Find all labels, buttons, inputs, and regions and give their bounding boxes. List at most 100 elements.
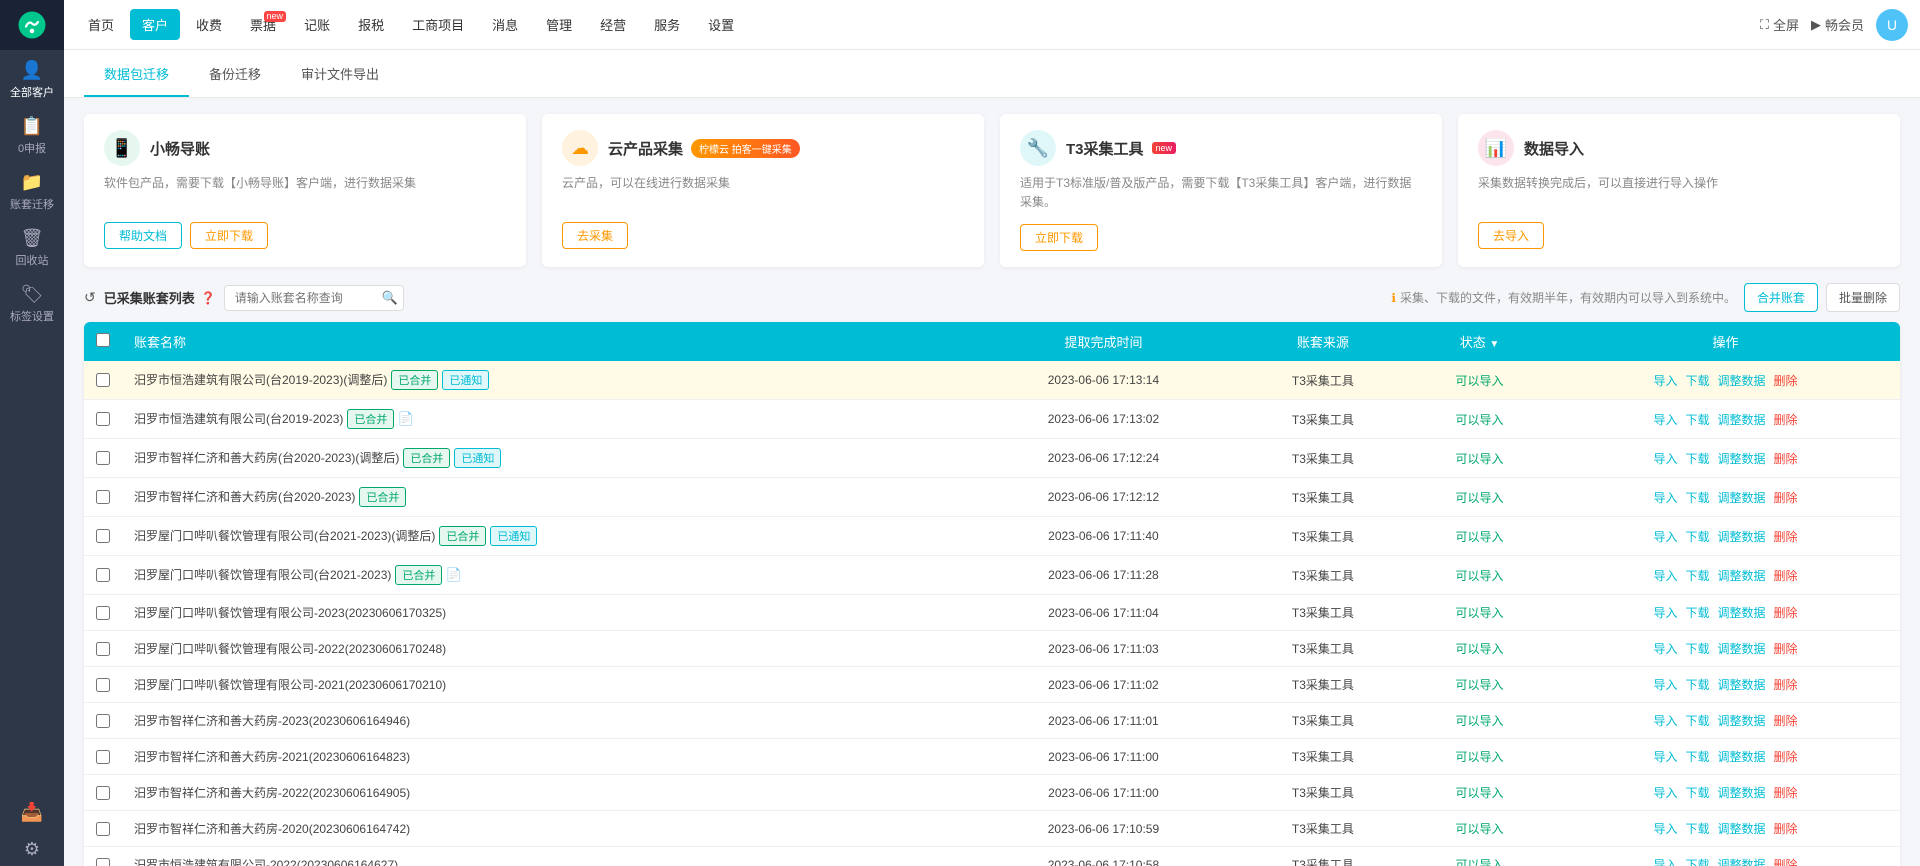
row-checkbox[interactable]: [96, 822, 110, 836]
action-调整数据[interactable]: 调整数据: [1717, 450, 1765, 467]
refresh-icon[interactable]: ↺: [84, 289, 96, 306]
nav-tax[interactable]: 报税: [346, 9, 396, 40]
action-删除[interactable]: 删除: [1773, 450, 1797, 467]
nav-operation[interactable]: 经营: [588, 9, 638, 40]
action-删除[interactable]: 删除: [1773, 372, 1797, 389]
action-调整数据[interactable]: 调整数据: [1717, 856, 1765, 866]
row-checkbox[interactable]: [96, 714, 110, 728]
action-下载[interactable]: 下载: [1685, 411, 1709, 428]
action-导入[interactable]: 导入: [1653, 528, 1677, 545]
row-checkbox[interactable]: [96, 678, 110, 692]
action-下载[interactable]: 下载: [1685, 820, 1709, 837]
action-调整数据[interactable]: 调整数据: [1717, 567, 1765, 584]
row-checkbox[interactable]: [96, 786, 110, 800]
action-调整数据[interactable]: 调整数据: [1717, 604, 1765, 621]
action-删除[interactable]: 删除: [1773, 748, 1797, 765]
nav-client[interactable]: 客户: [130, 9, 180, 40]
sidebar-item-all-clients[interactable]: 👤 全部客户: [0, 50, 64, 106]
action-导入[interactable]: 导入: [1653, 450, 1677, 467]
nav-fee[interactable]: 收费: [184, 9, 234, 40]
row-checkbox[interactable]: [96, 642, 110, 656]
row-checkbox[interactable]: [96, 412, 110, 426]
row-checkbox[interactable]: [96, 606, 110, 620]
action-调整数据[interactable]: 调整数据: [1717, 676, 1765, 693]
go-import-btn[interactable]: 去导入: [1478, 222, 1544, 249]
action-导入[interactable]: 导入: [1653, 372, 1677, 389]
row-checkbox[interactable]: [96, 568, 110, 582]
nav-invoice[interactable]: 票据 new: [238, 9, 288, 40]
go-collect-btn[interactable]: 去采集: [562, 222, 628, 249]
action-调整数据[interactable]: 调整数据: [1717, 528, 1765, 545]
action-下载[interactable]: 下载: [1685, 712, 1709, 729]
sidebar-item-trash[interactable]: 🗑 回收站: [0, 218, 64, 274]
action-下载[interactable]: 下载: [1685, 676, 1709, 693]
t3-download-btn[interactable]: 立即下载: [1020, 224, 1098, 251]
fullscreen-btn[interactable]: ⛶ 全屏: [1760, 15, 1799, 34]
action-导入[interactable]: 导入: [1653, 567, 1677, 584]
action-调整数据[interactable]: 调整数据: [1717, 784, 1765, 801]
sidebar-item-download[interactable]: 📥: [0, 792, 64, 829]
sidebar-item-account-migrate[interactable]: 📁 账套迁移: [0, 162, 64, 218]
user-avatar[interactable]: U: [1876, 9, 1908, 41]
action-调整数据[interactable]: 调整数据: [1717, 411, 1765, 428]
nav-message[interactable]: 消息: [480, 9, 530, 40]
row-checkbox[interactable]: [96, 750, 110, 764]
action-导入[interactable]: 导入: [1653, 784, 1677, 801]
nav-settings[interactable]: 设置: [696, 9, 746, 40]
action-删除[interactable]: 删除: [1773, 712, 1797, 729]
action-调整数据[interactable]: 调整数据: [1717, 640, 1765, 657]
nav-home[interactable]: 首页: [76, 9, 126, 40]
nav-business[interactable]: 工商项目: [400, 9, 476, 40]
action-导入[interactable]: 导入: [1653, 640, 1677, 657]
sidebar-item-settings[interactable]: ⚙: [0, 829, 64, 866]
merge-account-btn[interactable]: 合并账套: [1744, 283, 1818, 312]
account-search-input[interactable]: [224, 285, 404, 311]
nav-service[interactable]: 服务: [642, 9, 692, 40]
app-logo[interactable]: [0, 0, 64, 50]
action-下载[interactable]: 下载: [1685, 640, 1709, 657]
action-下载[interactable]: 下载: [1685, 748, 1709, 765]
action-下载[interactable]: 下载: [1685, 567, 1709, 584]
action-删除[interactable]: 删除: [1773, 784, 1797, 801]
action-删除[interactable]: 删除: [1773, 820, 1797, 837]
action-调整数据[interactable]: 调整数据: [1717, 712, 1765, 729]
sidebar-item-zero-declare[interactable]: 📋 0申报: [0, 106, 64, 162]
row-checkbox[interactable]: [96, 451, 110, 465]
nav-manage[interactable]: 管理: [534, 9, 584, 40]
nav-bookkeeping[interactable]: 记账: [292, 9, 342, 40]
member-btn[interactable]: ▶ 畅会员: [1811, 15, 1864, 34]
action-调整数据[interactable]: 调整数据: [1717, 372, 1765, 389]
action-删除[interactable]: 删除: [1773, 489, 1797, 506]
action-删除[interactable]: 删除: [1773, 640, 1797, 657]
action-导入[interactable]: 导入: [1653, 712, 1677, 729]
action-下载[interactable]: 下载: [1685, 528, 1709, 545]
action-下载[interactable]: 下载: [1685, 856, 1709, 866]
action-删除[interactable]: 删除: [1773, 411, 1797, 428]
action-下载[interactable]: 下载: [1685, 784, 1709, 801]
action-下载[interactable]: 下载: [1685, 372, 1709, 389]
action-删除[interactable]: 删除: [1773, 676, 1797, 693]
action-下载[interactable]: 下载: [1685, 489, 1709, 506]
tab-data-migration[interactable]: 数据包迁移: [84, 50, 189, 97]
search-icon[interactable]: 🔍: [382, 290, 398, 306]
row-checkbox[interactable]: [96, 490, 110, 504]
row-checkbox[interactable]: [96, 858, 110, 866]
action-导入[interactable]: 导入: [1653, 604, 1677, 621]
action-导入[interactable]: 导入: [1653, 411, 1677, 428]
tab-backup-migration[interactable]: 备份迁移: [189, 50, 281, 97]
download-now-btn[interactable]: 立即下载: [190, 222, 268, 249]
batch-delete-btn[interactable]: 批量删除: [1826, 283, 1900, 312]
list-help-icon[interactable]: ❓: [201, 291, 216, 305]
action-导入[interactable]: 导入: [1653, 489, 1677, 506]
action-调整数据[interactable]: 调整数据: [1717, 748, 1765, 765]
action-下载[interactable]: 下载: [1685, 604, 1709, 621]
action-导入[interactable]: 导入: [1653, 676, 1677, 693]
row-checkbox[interactable]: [96, 373, 110, 387]
action-删除[interactable]: 删除: [1773, 604, 1797, 621]
action-调整数据[interactable]: 调整数据: [1717, 489, 1765, 506]
action-下载[interactable]: 下载: [1685, 450, 1709, 467]
action-调整数据[interactable]: 调整数据: [1717, 820, 1765, 837]
tab-audit-export[interactable]: 审计文件导出: [281, 50, 399, 97]
row-checkbox[interactable]: [96, 529, 110, 543]
action-删除[interactable]: 删除: [1773, 528, 1797, 545]
